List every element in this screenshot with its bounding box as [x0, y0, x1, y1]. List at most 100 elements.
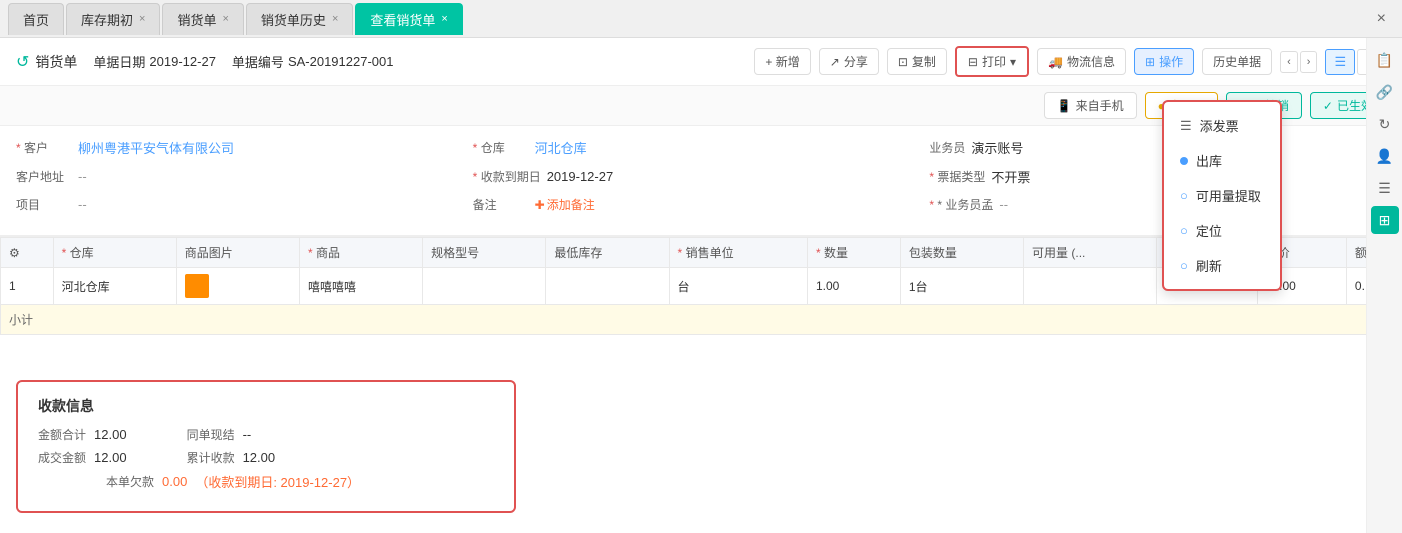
tab-view-sales[interactable]: 查看销货单 ×: [355, 3, 462, 35]
print-button[interactable]: ⊟ 打印 ▾: [958, 49, 1026, 74]
sidebar-doc-icon[interactable]: 📋: [1371, 46, 1399, 74]
operation-dropdown: ☰ 添发票 出库 ○ 可用量提取 ○ 定位 ○ 刷新: [1162, 100, 1282, 291]
product-image: [185, 274, 209, 298]
logistics-button[interactable]: 🚚 物流信息: [1037, 48, 1126, 75]
right-sidebar: 📋 🔗 ↻ 👤 ☰ ⊞: [1366, 38, 1402, 533]
ticket-type-field: 票据类型 不开票: [929, 167, 1386, 186]
print-icon: ⊟: [968, 55, 978, 69]
customer-value[interactable]: 柳州粤港平安气体有限公司: [78, 138, 234, 157]
row-warehouse: 河北仓库: [53, 268, 176, 305]
effective-icon: ✓: [1323, 99, 1333, 113]
outbound-dot: [1180, 157, 1188, 165]
share-button[interactable]: ↗ 分享: [819, 48, 879, 75]
copy-button[interactable]: ⊡ 复制: [887, 48, 947, 75]
tab-sales-history-label: 销货单历史: [261, 10, 326, 29]
prev-arrow[interactable]: ‹: [1280, 51, 1298, 73]
payment-date-field: 收款到期日 2019-12-27: [473, 168, 930, 185]
new-button-label: + 新增: [765, 53, 799, 70]
staff-field: 业务员 演示账号: [929, 138, 1386, 157]
dropdown-locate[interactable]: ○ 定位: [1164, 213, 1280, 248]
settings-icon: ⚙: [9, 246, 20, 260]
operation-button[interactable]: ⊞ 操作: [1134, 48, 1194, 75]
col-sales-unit: 销售单位: [669, 238, 807, 268]
locate-dot: ○: [1180, 223, 1188, 238]
tab-inventory-init-label: 库存期初: [81, 10, 133, 29]
doc-toolbar: + 新增 ↗ 分享 ⊡ 复制 ⊟ 打印 ▾: [754, 46, 1386, 77]
payment-cumulative-label: 累计收款: [187, 449, 235, 466]
new-button[interactable]: + 新增: [754, 48, 810, 75]
sidebar-menu-icon[interactable]: ☰: [1371, 174, 1399, 202]
payment-total: 金额合计 12.00: [38, 426, 127, 443]
note-field: 备注 ✚ 添加备注: [473, 196, 930, 213]
available-qty-dot: ○: [1180, 188, 1188, 203]
subtotal-label: 小计: [1, 305, 1402, 335]
payment-single-settle: 同单现结 --: [187, 426, 252, 443]
row-sales-unit: 台: [669, 268, 807, 305]
add-note-icon: ✚: [535, 198, 545, 212]
tab-sales-history-close[interactable]: ×: [332, 13, 338, 25]
payment-row-2: 成交金额 12.00 累计收款 12.00: [38, 449, 494, 466]
close-window-button[interactable]: ×: [1369, 10, 1394, 28]
add-invoice-icon: ☰: [1180, 118, 1192, 134]
dropdown-outbound[interactable]: 出库: [1164, 143, 1280, 178]
print-button-label: 打印: [982, 53, 1006, 70]
col-image: 商品图片: [176, 238, 299, 268]
list-view-button[interactable]: ☰: [1325, 49, 1355, 75]
address-label: 客户地址: [16, 168, 72, 185]
dropdown-refresh[interactable]: ○ 刷新: [1164, 248, 1280, 283]
col-min-stock: 最低库存: [546, 238, 669, 268]
col-quantity: 数量: [807, 238, 900, 268]
dropdown-add-invoice[interactable]: ☰ 添发票: [1164, 108, 1280, 143]
tab-view-sales-close[interactable]: ×: [441, 13, 447, 25]
tab-sales-history[interactable]: 销货单历史 ×: [246, 3, 353, 35]
tab-inventory-init-close[interactable]: ×: [139, 13, 145, 25]
sidebar-expand-icon[interactable]: ⊞: [1371, 206, 1399, 234]
logistics-button-label: 物流信息: [1067, 53, 1115, 70]
sidebar-link-icon[interactable]: 🔗: [1371, 78, 1399, 106]
history-button-label: 历史单据: [1213, 53, 1261, 70]
sidebar-refresh-icon[interactable]: ↻: [1371, 110, 1399, 138]
payment-due-note: （收款到期日: 2019-12-27）: [195, 472, 360, 491]
next-arrow[interactable]: ›: [1300, 51, 1318, 73]
copy-icon: ⊡: [898, 55, 908, 69]
payment-cumulative-value: 12.00: [243, 450, 276, 465]
payment-total-label: 金额合计: [38, 426, 86, 443]
doc-no-value: SA-20191227-001: [288, 54, 394, 69]
row-pack-qty: 1台: [900, 268, 1023, 305]
doc-date-meta: 单据日期 2019-12-27: [93, 52, 216, 71]
from-phone-button[interactable]: 📱 来自手机: [1044, 92, 1137, 119]
col-settings[interactable]: ⚙: [1, 238, 54, 268]
payment-title: 收款信息: [38, 396, 494, 416]
col-warehouse: 仓库: [53, 238, 176, 268]
tab-home[interactable]: 首页: [8, 3, 64, 35]
from-phone-label: 来自手机: [1076, 97, 1124, 114]
payment-due: [38, 472, 46, 491]
project-label: 项目: [16, 196, 72, 213]
warehouse-label: 仓库: [473, 139, 529, 156]
row-num: 1: [1, 268, 54, 305]
project-field: 项目 --: [16, 196, 473, 213]
history-button[interactable]: 历史单据: [1202, 48, 1272, 75]
tab-sales-order-close[interactable]: ×: [222, 13, 228, 25]
share-button-label: 分享: [844, 53, 868, 70]
address-value: --: [78, 169, 87, 184]
subtotal-row: 小计: [1, 305, 1402, 335]
add-note-label: 添加备注: [547, 196, 595, 213]
operation-icon: ⊞: [1145, 55, 1155, 69]
staff-label: 业务员: [929, 139, 965, 156]
row-quantity: 1.00: [807, 268, 900, 305]
payment-due-amount: 本单欠款 0.00 （收款到期日: 2019-12-27）: [106, 472, 360, 491]
warehouse-field: 仓库 河北仓库: [473, 138, 930, 157]
row-spec: [423, 268, 546, 305]
tab-inventory-init[interactable]: 库存期初 ×: [66, 3, 160, 35]
dropdown-available-qty[interactable]: ○ 可用量提取: [1164, 178, 1280, 213]
sales-person-label: * 业务员孟: [929, 196, 993, 213]
doc-no-label: 单据编号: [232, 52, 284, 71]
sidebar-user-icon[interactable]: 👤: [1371, 142, 1399, 170]
tab-sales-order[interactable]: 销货单 ×: [162, 3, 243, 35]
warehouse-value[interactable]: 河北仓库: [535, 138, 587, 157]
operation-button-label: 操作: [1159, 53, 1183, 70]
payment-box: 收款信息 金额合计 12.00 同单现结 -- 成交金额 12.00: [16, 380, 516, 513]
add-note-button[interactable]: ✚ 添加备注: [535, 196, 595, 213]
print-button-wrapper: ⊟ 打印 ▾: [955, 46, 1029, 77]
